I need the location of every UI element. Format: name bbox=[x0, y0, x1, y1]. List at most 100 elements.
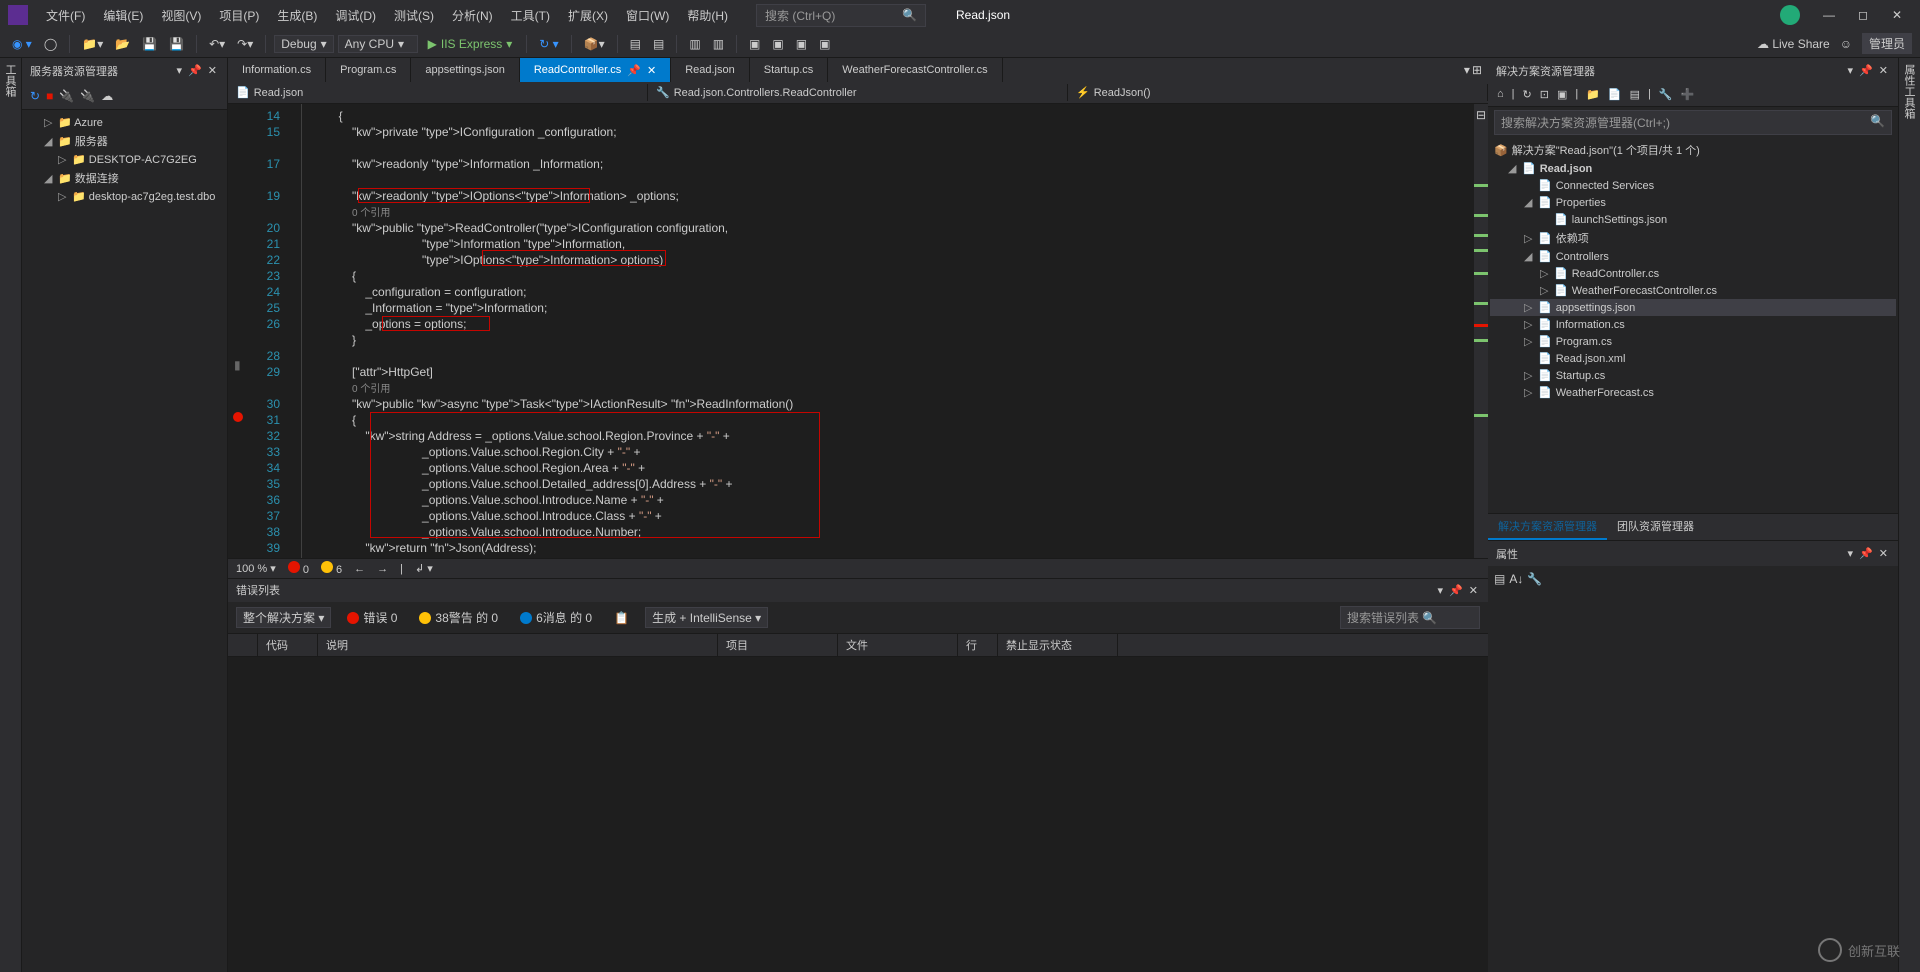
nav-prev-icon[interactable]: ← bbox=[354, 563, 365, 575]
azure-icon[interactable]: ☁ bbox=[99, 87, 115, 105]
nav-fwd-button[interactable]: ◯ bbox=[40, 35, 61, 53]
menu-分析(N)[interactable]: 分析(N) bbox=[444, 3, 501, 28]
solution-tree-item[interactable]: ▷ 📄 依赖项 bbox=[1490, 228, 1896, 248]
document-tab[interactable]: Startup.cs bbox=[750, 58, 829, 82]
breadcrumb-class[interactable]: 🔧 Read.json.Controllers.ReadController bbox=[648, 84, 1068, 101]
new-project-button[interactable]: 📁▾ bbox=[78, 35, 107, 53]
solution-search-input[interactable]: 搜索解决方案资源管理器(Ctrl+;)🔍 bbox=[1494, 110, 1892, 135]
scroll-map[interactable]: ⊟ bbox=[1474, 104, 1488, 558]
dropdown-icon[interactable]: ▾ bbox=[1436, 582, 1446, 599]
open-file-button[interactable]: 📂 bbox=[111, 35, 134, 53]
tool-icon[interactable]: ▣ bbox=[768, 35, 787, 53]
solution-tree-item[interactable]: ◢ 📄 Properties bbox=[1490, 194, 1896, 211]
refresh-icon[interactable]: ↻ bbox=[28, 87, 42, 105]
build-combo[interactable]: 生成 + IntelliSense ▾ bbox=[645, 607, 768, 628]
nav-back-button[interactable]: ◉ ▾ bbox=[8, 35, 36, 53]
close-icon[interactable]: ✕ bbox=[206, 62, 219, 79]
minimize-button[interactable]: — bbox=[1814, 3, 1844, 27]
error-count[interactable]: 0 bbox=[288, 561, 309, 576]
breakpoint-icon[interactable] bbox=[233, 412, 243, 422]
tool-icon[interactable]: ▤ bbox=[649, 35, 668, 53]
solution-tree-item[interactable]: 📄 Read.json.xml bbox=[1490, 350, 1896, 367]
redo-button[interactable]: ↷▾ bbox=[233, 35, 257, 53]
tool-icon[interactable]: ➕ bbox=[1678, 86, 1698, 103]
stop-icon[interactable]: ■ bbox=[44, 87, 55, 105]
user-avatar-icon[interactable] bbox=[1780, 5, 1800, 25]
tool-icon[interactable]: 📄 bbox=[1605, 86, 1625, 103]
solution-root[interactable]: 📦 解决方案"Read.json"(1 个项目/共 1 个) bbox=[1490, 140, 1896, 160]
error-column-header[interactable]: 禁止显示状态 bbox=[998, 634, 1118, 656]
document-tab[interactable]: Read.json bbox=[671, 58, 750, 82]
solution-tree-item[interactable]: 📄 Connected Services bbox=[1490, 177, 1896, 194]
tool-icon[interactable]: ▣ bbox=[745, 35, 764, 53]
undo-button[interactable]: ↶▾ bbox=[205, 35, 229, 53]
solution-tree-item[interactable]: ▷ 📄 WeatherForecast.cs bbox=[1490, 384, 1896, 401]
menu-生成(B)[interactable]: 生成(B) bbox=[269, 3, 325, 28]
right-dock-rail[interactable]: 属性工具箱 bbox=[1898, 58, 1920, 972]
publish-button[interactable]: 📦▾ bbox=[580, 35, 609, 53]
tool-icon[interactable]: ⊡ bbox=[1537, 86, 1552, 103]
menu-工具(T)[interactable]: 工具(T) bbox=[503, 3, 558, 28]
pin-icon[interactable]: 📌 bbox=[186, 62, 204, 79]
save-all-button[interactable]: 💾 bbox=[165, 35, 188, 53]
run-button[interactable]: ▶ IIS Express ▾ bbox=[422, 35, 519, 53]
code-editor[interactable]: ▮ 14151719202122232425262829303132333435… bbox=[228, 104, 1488, 558]
quick-search-input[interactable]: 搜索 (Ctrl+Q)🔍 bbox=[756, 4, 926, 27]
server-tree-item[interactable]: ◢ 📁 服务器 bbox=[26, 131, 223, 151]
build-filter-icon[interactable]: 📋 bbox=[608, 609, 635, 627]
menu-编辑(E)[interactable]: 编辑(E) bbox=[95, 3, 151, 28]
menu-窗口(W)[interactable]: 窗口(W) bbox=[618, 3, 677, 28]
tool-icon[interactable]: ▥ bbox=[685, 35, 704, 53]
close-icon[interactable]: ✕ bbox=[1877, 545, 1890, 562]
error-column-header[interactable] bbox=[228, 634, 258, 656]
tool-icon[interactable]: 🔧 bbox=[1656, 86, 1676, 103]
dropdown-icon[interactable]: ▾ bbox=[175, 62, 185, 79]
close-icon[interactable]: ✕ bbox=[1877, 62, 1890, 79]
close-icon[interactable]: ✕ bbox=[1467, 582, 1480, 599]
alphabetical-icon[interactable]: A↓ bbox=[1509, 572, 1523, 586]
scope-combo[interactable]: 整个解决方案 ▾ bbox=[236, 607, 331, 628]
tab-team-explorer[interactable]: 团队资源管理器 bbox=[1607, 514, 1704, 540]
tool-icon[interactable]: ↻ bbox=[1520, 86, 1535, 103]
tool-icon[interactable]: ▥ bbox=[709, 35, 728, 53]
server-tree-item[interactable]: ▷ 📁 desktop-ac7g2eg.test.dbo bbox=[26, 188, 223, 205]
solution-tree-item[interactable]: ▷ 📄 Information.cs bbox=[1490, 316, 1896, 333]
menu-调试(D)[interactable]: 调试(D) bbox=[327, 3, 384, 28]
tool-icon[interactable]: ▤ bbox=[1627, 86, 1643, 103]
error-search-input[interactable]: 搜索错误列表 🔍 bbox=[1340, 606, 1480, 629]
left-dock-rail[interactable]: 工具箱 bbox=[0, 58, 22, 972]
tool-icon[interactable]: ▣ bbox=[792, 35, 811, 53]
dropdown-icon[interactable]: ▾ bbox=[1846, 62, 1856, 79]
document-tab[interactable]: ReadController.cs 📌 ✕ bbox=[520, 58, 671, 82]
menu-文件(F)[interactable]: 文件(F) bbox=[38, 3, 93, 28]
pin-icon[interactable]: 📌 bbox=[1857, 62, 1875, 79]
close-icon[interactable]: ✕ bbox=[647, 64, 656, 77]
error-column-header[interactable]: 项目 bbox=[718, 634, 838, 656]
document-tab[interactable]: Information.cs bbox=[228, 58, 326, 82]
document-tab[interactable]: appsettings.json bbox=[411, 58, 520, 82]
solution-tree-item[interactable]: 📄 launchSettings.json bbox=[1490, 211, 1896, 228]
document-tab[interactable]: WeatherForecastController.cs bbox=[828, 58, 1002, 82]
menu-帮助(H)[interactable]: 帮助(H) bbox=[679, 3, 736, 28]
error-column-header[interactable]: 说明 bbox=[318, 634, 718, 656]
menu-扩展(X)[interactable]: 扩展(X) bbox=[560, 3, 616, 28]
home-icon[interactable]: ⌂ bbox=[1494, 86, 1507, 103]
messages-filter[interactable]: 6消息 的 0 bbox=[514, 607, 598, 628]
solution-tree-item[interactable]: ▷ 📄 appsettings.json bbox=[1490, 299, 1896, 316]
solution-tree-item[interactable]: ◢ 📄 Controllers bbox=[1490, 248, 1896, 265]
tab-overflow-icon[interactable]: ▾ bbox=[1464, 63, 1470, 77]
tab-solution-explorer[interactable]: 解决方案资源管理器 bbox=[1488, 514, 1607, 540]
split-icon[interactable]: ⊟ bbox=[1476, 108, 1486, 122]
error-column-header[interactable]: 代码 bbox=[258, 634, 318, 656]
breadcrumb-project[interactable]: 📄 Read.json bbox=[228, 84, 648, 101]
solution-tree-item[interactable]: ▷ 📄 Program.cs bbox=[1490, 333, 1896, 350]
connect-icon[interactable]: 🔌 bbox=[78, 87, 97, 105]
platform-combo[interactable]: Any CPU ▾ bbox=[338, 35, 418, 53]
live-share-button[interactable]: ☁ Live Share bbox=[1757, 37, 1830, 51]
window-icon[interactable]: ⊞ bbox=[1472, 63, 1482, 77]
menu-项目(P)[interactable]: 项目(P) bbox=[211, 3, 267, 28]
menu-测试(S)[interactable]: 测试(S) bbox=[386, 3, 442, 28]
server-tree-item[interactable]: ▷ 📁 Azure bbox=[26, 114, 223, 131]
server-tree-item[interactable]: ▷ 📁 DESKTOP-AC7G2EG bbox=[26, 151, 223, 168]
solution-tree-item[interactable]: ▷ 📄 Startup.cs bbox=[1490, 367, 1896, 384]
